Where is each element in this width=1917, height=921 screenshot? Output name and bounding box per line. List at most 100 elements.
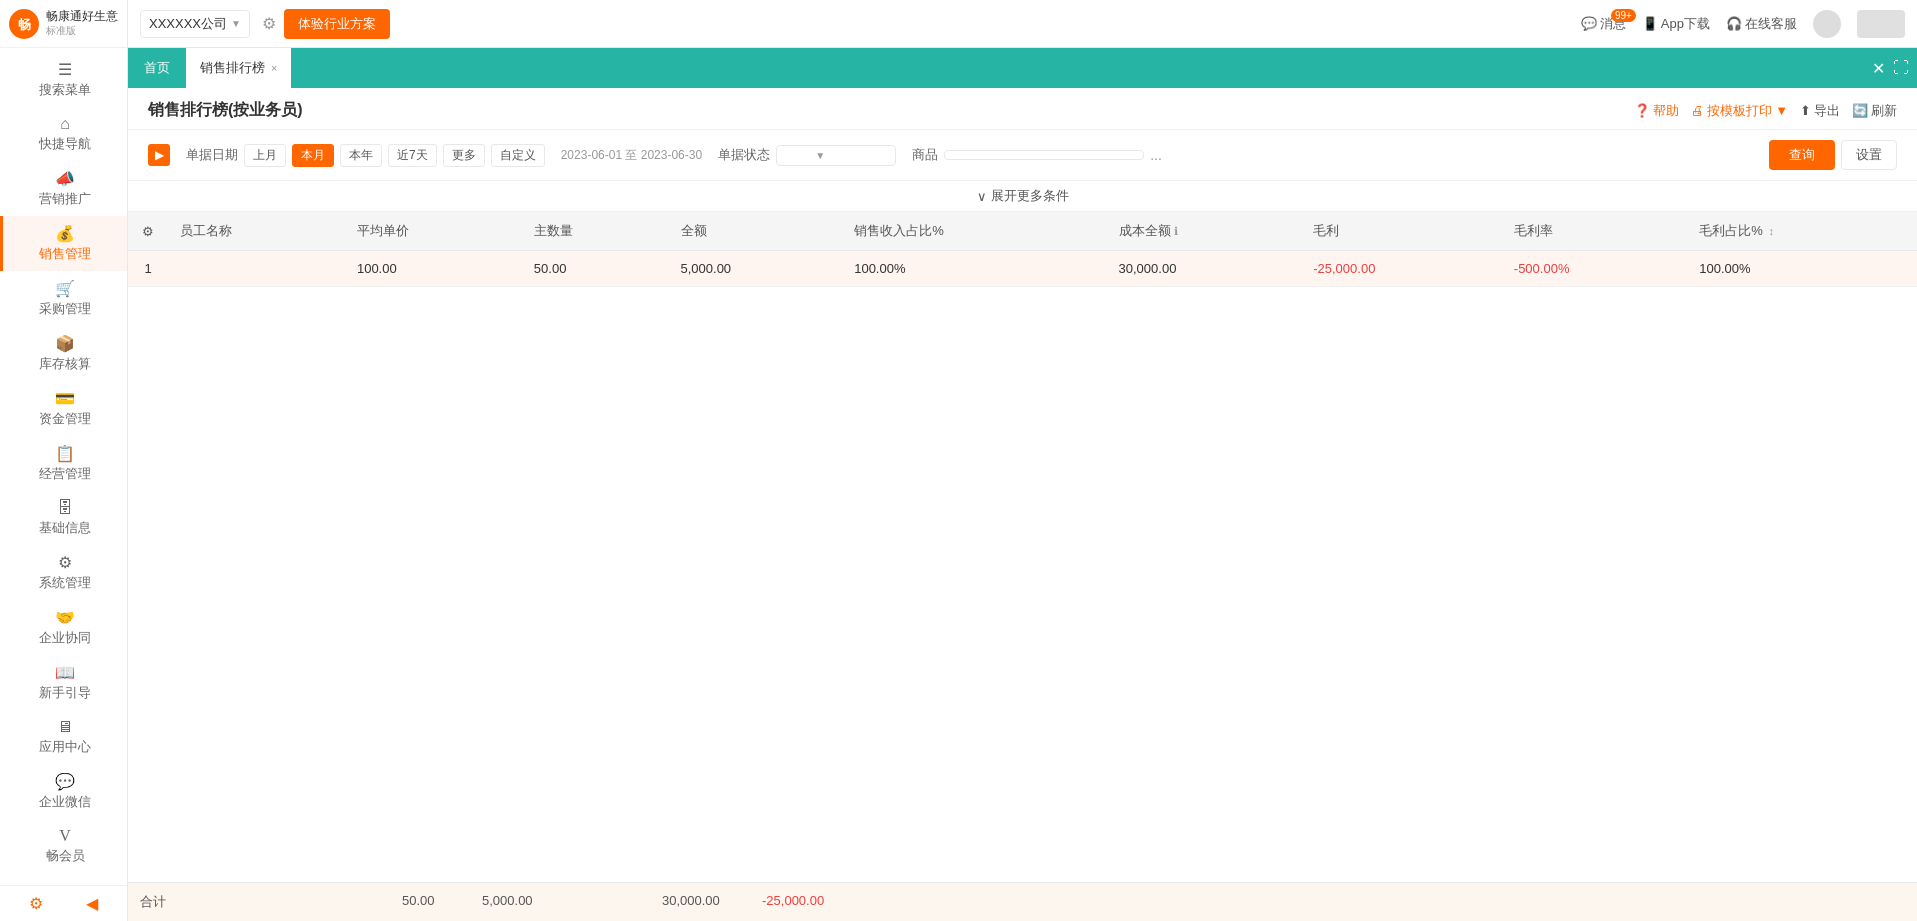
sort-icon[interactable]: ↕ xyxy=(1768,225,1774,237)
sidebar-item-guide[interactable]: 📖 新手引导 xyxy=(0,655,127,710)
app-download-button[interactable]: 📱 App下载 xyxy=(1642,15,1710,33)
sidebar-item-label: 应用中心 xyxy=(39,738,91,756)
sidebar-item-label: 快捷导航 xyxy=(39,135,91,153)
system-icon: ⚙ xyxy=(58,553,72,572)
data-table: ⚙ 员工名称 平均单价 主数量 全额 销售收入占比% 成本全额 ℹ 毛利 毛利率 xyxy=(128,212,1917,287)
more-filter-dots[interactable]: ... xyxy=(1150,147,1162,163)
question-icon: ❓ xyxy=(1634,103,1650,118)
status-filter-group: 单据状态 ▼ xyxy=(718,145,896,166)
sidebar-item-label: 搜索菜单 xyxy=(39,81,91,99)
expand-arrow[interactable]: ▶ xyxy=(148,144,170,166)
sidebar-item-purchase[interactable]: 🛒 采购管理 xyxy=(0,271,127,326)
svg-text:畅: 畅 xyxy=(18,17,31,32)
td-employee xyxy=(168,251,345,287)
sidebar-item-inventory[interactable]: 📦 库存核算 xyxy=(0,326,127,381)
sidebar-item-enterprise[interactable]: 🤝 企业协同 xyxy=(0,600,127,655)
sidebar-item-search[interactable]: ☰ 搜索菜单 xyxy=(0,52,127,107)
filter-bar: ▶ 单据日期 上月 本月 本年 近7天 更多 自定义 2023-06-01 至 … xyxy=(128,130,1917,181)
main-content: XXXXXX公司 ▼ ⚙ 体验行业方案 💬 消息 99+ 📱 App下载 🎧 在… xyxy=(128,0,1917,921)
collapse-icon[interactable]: ◀ xyxy=(86,894,98,913)
export-button[interactable]: ⬆ 导出 xyxy=(1800,102,1840,120)
tab-active-label: 销售排行榜 xyxy=(200,59,265,77)
sidebar-item-label: 畅会员 xyxy=(46,847,85,865)
cost-info-icon[interactable]: ℹ xyxy=(1174,225,1178,237)
table-footer: 合计 50.00 5,000.00 30,000.00 -25,000.00 xyxy=(128,882,1917,921)
message-button[interactable]: 💬 消息 99+ xyxy=(1581,15,1626,33)
date-filter-label: 单据日期 xyxy=(186,146,238,164)
sidebar-item-member[interactable]: V 畅会员 xyxy=(0,819,127,873)
refresh-icon: 🔄 xyxy=(1852,103,1868,118)
td-profit-ratio: 100.00% xyxy=(1687,251,1917,287)
table-row: 1 100.00 50.00 5,000.00 100.00% 30,000.0… xyxy=(128,251,1917,287)
tab-home[interactable]: 首页 xyxy=(128,48,186,88)
td-cost: 30,000.00 xyxy=(1107,251,1302,287)
close-window-icon[interactable]: ✕ xyxy=(1872,59,1885,78)
footer-qty: 50.00 xyxy=(390,893,470,911)
goods-filter-group: 商品 ... xyxy=(912,146,1162,164)
sidebar-item-operations[interactable]: 📋 经营管理 xyxy=(0,436,127,491)
message-badge: 99+ xyxy=(1611,9,1636,22)
avatar[interactable] xyxy=(1813,10,1841,38)
settings-bottom-icon[interactable]: ⚙ xyxy=(29,894,43,913)
status-filter-label: 单据状态 xyxy=(718,146,770,164)
filter-expand-icon[interactable]: ▶ xyxy=(148,144,170,166)
date-cur-month-btn[interactable]: 本月 xyxy=(292,144,334,167)
company-selector[interactable]: XXXXXX公司 ▼ xyxy=(140,10,250,38)
maximize-icon[interactable]: ⛶ xyxy=(1893,59,1909,77)
basic-info-icon: 🗄 xyxy=(57,499,73,517)
setting-button[interactable]: 设置 xyxy=(1841,140,1897,170)
expand-more-btn[interactable]: ∨ 展开更多条件 xyxy=(977,187,1069,205)
topbar: XXXXXX公司 ▼ ⚙ 体验行业方案 💬 消息 99+ 📱 App下载 🎧 在… xyxy=(128,0,1917,48)
sidebar-item-weixin[interactable]: 💬 企业微信 xyxy=(0,764,127,819)
sidebar-item-sales[interactable]: 💰 销售管理 xyxy=(0,216,127,271)
status-select[interactable]: ▼ xyxy=(776,145,896,166)
sidebar-item-label: 库存核算 xyxy=(39,355,91,373)
print-dropdown-icon: ▼ xyxy=(1775,103,1788,118)
guide-icon: 📖 xyxy=(55,663,75,682)
date-year-btn[interactable]: 本年 xyxy=(340,144,382,167)
online-service-button[interactable]: 🎧 在线客服 xyxy=(1726,15,1797,33)
td-sales-ratio: 100.00% xyxy=(842,251,1106,287)
date-prev-month-btn[interactable]: 上月 xyxy=(244,144,286,167)
sidebar-item-label: 资金管理 xyxy=(39,410,91,428)
th-profit-rate: 毛利率 xyxy=(1502,212,1687,251)
help-label: 帮助 xyxy=(1653,102,1679,120)
sidebar-item-basic-info[interactable]: 🗄 基础信息 xyxy=(0,491,127,545)
date-more-btn[interactable]: 更多 xyxy=(443,144,485,167)
tab-close-icon[interactable]: × xyxy=(271,62,277,74)
td-rank: 1 xyxy=(128,251,168,287)
purchase-icon: 🛒 xyxy=(55,279,75,298)
refresh-label: 刷新 xyxy=(1871,102,1897,120)
date-range-display: 2023-06-01 至 2023-06-30 xyxy=(561,147,702,164)
help-button[interactable]: ❓ 帮助 xyxy=(1634,102,1679,120)
goods-select[interactable] xyxy=(944,150,1144,160)
print-button[interactable]: 🖨 按模板打印 ▼ xyxy=(1691,102,1788,120)
sidebar-item-label: 新手引导 xyxy=(39,684,91,702)
sales-icon: 💰 xyxy=(55,224,75,243)
page-actions: ❓ 帮助 🖨 按模板打印 ▼ ⬆ 导出 🔄 刷新 xyxy=(1634,102,1897,120)
sidebar-item-system[interactable]: ⚙ 系统管理 xyxy=(0,545,127,600)
sidebar-item-nav[interactable]: ⌂ 快捷导航 xyxy=(0,107,127,161)
sidebar-item-finance[interactable]: 💳 资金管理 xyxy=(0,381,127,436)
expand-icon: ∨ xyxy=(977,189,987,204)
trial-button[interactable]: 体验行业方案 xyxy=(284,9,390,39)
sidebar-item-label: 采购管理 xyxy=(39,300,91,318)
footer-profit: -25,000.00 xyxy=(750,893,850,911)
date-custom-btn[interactable]: 自定义 xyxy=(491,144,545,167)
gear-icon[interactable]: ⚙ xyxy=(262,14,276,33)
sidebar-item-marketing[interactable]: 📣 营销推广 xyxy=(0,161,127,216)
marketing-icon: 📣 xyxy=(55,169,75,188)
sidebar-item-app-center[interactable]: 🖥 应用中心 xyxy=(0,710,127,764)
tab-sales-ranking[interactable]: 销售排行榜 × xyxy=(186,48,291,88)
headset-icon: 🎧 xyxy=(1726,16,1742,31)
td-profit-rate: -500.00% xyxy=(1502,251,1687,287)
td-profit: -25,000.00 xyxy=(1301,251,1502,287)
sidebar-item-label: 基础信息 xyxy=(39,519,91,537)
query-button[interactable]: 查询 xyxy=(1769,140,1835,170)
user-name[interactable] xyxy=(1857,10,1905,38)
weixin-icon: 💬 xyxy=(55,772,75,791)
th-avg-price: 平均单价 xyxy=(345,212,522,251)
refresh-button[interactable]: 🔄 刷新 xyxy=(1852,102,1897,120)
date-7days-btn[interactable]: 近7天 xyxy=(388,144,437,167)
page-content: 销售排行榜(按业务员) ❓ 帮助 🖨 按模板打印 ▼ ⬆ 导出 🔄 刷新 xyxy=(128,88,1917,921)
